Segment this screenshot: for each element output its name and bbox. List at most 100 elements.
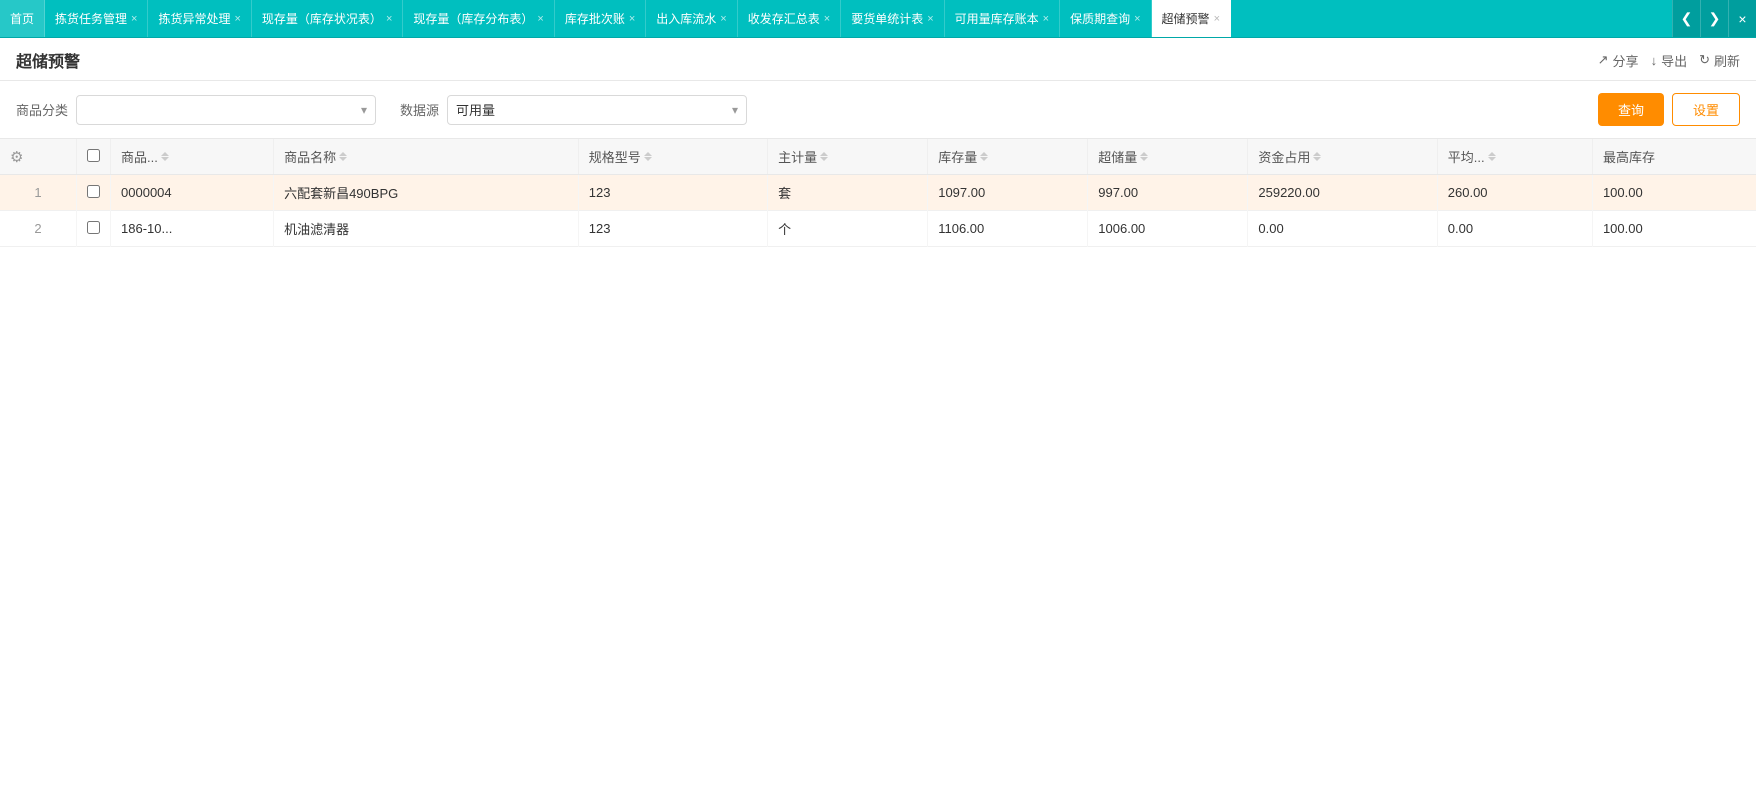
export-label: 导出 xyxy=(1661,51,1687,70)
row-num-0: 1 xyxy=(0,175,77,211)
nav-item-home[interactable]: 首页 xyxy=(0,0,45,37)
col-product-name[interactable]: 商品名称 xyxy=(274,139,579,175)
share-label: 分享 xyxy=(1613,51,1639,70)
col-avg[interactable]: 平均... xyxy=(1437,139,1592,175)
filter-area: 商品分类 ▾ 数据源 可用量 ▾ 查询 设置 xyxy=(0,81,1756,139)
export-button[interactable]: ↓ 导出 xyxy=(1651,51,1688,70)
page-content: 超储预警 ↗ 分享 ↓ 导出 ↻ 刷新 商品分类 ▾ 数据源 xyxy=(0,38,1756,800)
query-button[interactable]: 查询 xyxy=(1598,93,1664,126)
row-max-stock-1: 100.00 xyxy=(1592,211,1756,247)
column-settings-icon[interactable]: ⚙ xyxy=(10,149,23,166)
row-checkbox-1[interactable] xyxy=(87,221,100,234)
nav-label-order-stats: 要货单统计表 xyxy=(851,10,923,27)
col-stock[interactable]: 库存量 xyxy=(928,139,1088,175)
nav-arrow-left[interactable]: ❮ xyxy=(1672,0,1700,38)
nav-close-batch-account[interactable]: × xyxy=(629,13,635,25)
page-title: 超储预警 xyxy=(16,48,80,72)
nav-item-inventory-status[interactable]: 现存量（库存状况表） × xyxy=(252,0,403,37)
nav-item-batch-account[interactable]: 库存批次账 × xyxy=(555,0,646,37)
row-unit-1: 个 xyxy=(768,211,928,247)
filter-buttons: 查询 设置 xyxy=(1598,93,1740,126)
datasource-select[interactable]: 可用量 ▾ xyxy=(447,95,747,125)
nav-item-in-out-flow[interactable]: 出入库流水 × xyxy=(646,0,737,37)
nav-label-warranty-check: 保质期查询 xyxy=(1070,10,1130,27)
col-overstock[interactable]: 超储量 xyxy=(1088,139,1248,175)
table-body: 1 0000004 六配套新昌490BPG 123 套 1097.00 997.… xyxy=(0,175,1756,247)
nav-label-inventory-status: 现存量（库存状况表） xyxy=(262,10,382,27)
nav-label-batch-account: 库存批次账 xyxy=(565,10,625,27)
row-capital-1: 0.00 xyxy=(1248,211,1437,247)
sort-product-code-icon xyxy=(161,152,169,161)
nav-close-picking-task[interactable]: × xyxy=(131,13,137,25)
col-unit[interactable]: 主计量 xyxy=(768,139,928,175)
row-checkbox-cell-1 xyxy=(77,211,111,247)
col-overstock-label: 超储量 xyxy=(1098,147,1137,166)
nav-close-warranty-check[interactable]: × xyxy=(1134,13,1140,25)
sort-product-name-icon xyxy=(339,152,347,161)
col-max-stock: 最高库存 xyxy=(1592,139,1756,175)
nav-label-overstock-warning: 超储预警 xyxy=(1162,10,1210,27)
row-product-name-0: 六配套新昌490BPG xyxy=(274,175,579,211)
nav-close-picking-abnormal[interactable]: × xyxy=(234,13,240,25)
row-unit-0: 套 xyxy=(768,175,928,211)
datasource-filter-group: 数据源 可用量 ▾ xyxy=(400,95,747,125)
table-header-row: ⚙ 商品... xyxy=(0,139,1756,175)
nav-item-inventory-distribution[interactable]: 现存量（库存分布表） × xyxy=(403,0,554,37)
category-select[interactable]: ▾ xyxy=(76,95,376,125)
row-spec-1: 123 xyxy=(578,211,767,247)
select-all-checkbox[interactable] xyxy=(87,149,100,162)
nav-close-in-out-flow[interactable]: × xyxy=(720,13,726,25)
refresh-icon: ↻ xyxy=(1699,52,1710,68)
nav-label-picking-abnormal: 拣货异常处理 xyxy=(158,10,230,27)
row-max-stock-0: 100.00 xyxy=(1592,175,1756,211)
col-spec[interactable]: 规格型号 xyxy=(578,139,767,175)
row-checkbox-0[interactable] xyxy=(87,185,100,198)
nav-item-overstock-warning[interactable]: 超储预警 × xyxy=(1152,0,1231,37)
nav-arrow-right[interactable]: ❯ xyxy=(1700,0,1728,38)
nav-close-inventory-distribution[interactable]: × xyxy=(537,13,543,25)
nav-label-inventory-distribution: 现存量（库存分布表） xyxy=(413,10,533,27)
nav-label-collection-summary: 收发存汇总表 xyxy=(748,10,820,27)
row-overstock-1: 1006.00 xyxy=(1088,211,1248,247)
nav-close-overstock-warning[interactable]: × xyxy=(1214,13,1220,25)
datasource-label: 数据源 xyxy=(400,100,439,119)
refresh-label: 刷新 xyxy=(1714,51,1740,70)
row-stock-1: 1106.00 xyxy=(928,211,1088,247)
category-label: 商品分类 xyxy=(16,100,68,119)
sort-overstock-icon xyxy=(1140,152,1148,161)
col-product-code-label: 商品... xyxy=(121,147,158,166)
col-stock-label: 库存量 xyxy=(938,147,977,166)
row-spec-0: 123 xyxy=(578,175,767,211)
settings-button[interactable]: 设置 xyxy=(1672,93,1740,126)
nav-item-order-stats[interactable]: 要货单统计表 × xyxy=(841,0,944,37)
nav-item-available-account[interactable]: 可用量库存账本 × xyxy=(945,0,1060,37)
sort-capital-icon xyxy=(1313,152,1321,161)
nav-close-available-account[interactable]: × xyxy=(1043,13,1049,25)
col-capital[interactable]: 资金占用 xyxy=(1248,139,1437,175)
sort-avg-icon xyxy=(1488,152,1496,161)
header-actions: ↗ 分享 ↓ 导出 ↻ 刷新 xyxy=(1598,51,1740,70)
nav-item-picking-task[interactable]: 拣货任务管理 × xyxy=(45,0,148,37)
nav-close-collection-summary[interactable]: × xyxy=(824,13,830,25)
nav-item-picking-abnormal[interactable]: 拣货异常处理 × xyxy=(148,0,251,37)
table-row: 2 186-10... 机油滤清器 123 个 1106.00 1006.00 … xyxy=(0,211,1756,247)
col-avg-label: 平均... xyxy=(1448,147,1485,166)
row-product-name-1: 机油滤清器 xyxy=(274,211,579,247)
table-container: ⚙ 商品... xyxy=(0,139,1756,247)
col-product-code[interactable]: 商品... xyxy=(111,139,274,175)
nav-arrow-close[interactable]: × xyxy=(1728,0,1756,38)
refresh-button[interactable]: ↻ 刷新 xyxy=(1699,51,1740,70)
col-settings: ⚙ xyxy=(0,139,77,175)
share-button[interactable]: ↗ 分享 xyxy=(1598,51,1639,70)
nav-arrows: ❮ ❯ × xyxy=(1672,0,1756,38)
nav-close-order-stats[interactable]: × xyxy=(927,13,933,25)
nav-item-collection-summary[interactable]: 收发存汇总表 × xyxy=(738,0,841,37)
table-row: 1 0000004 六配套新昌490BPG 123 套 1097.00 997.… xyxy=(0,175,1756,211)
data-table: ⚙ 商品... xyxy=(0,139,1756,247)
nav-label-picking-task: 拣货任务管理 xyxy=(55,10,127,27)
export-icon: ↓ xyxy=(1651,53,1658,68)
nav-item-warranty-check[interactable]: 保质期查询 × xyxy=(1060,0,1151,37)
col-checkbox xyxy=(77,139,111,175)
datasource-chevron-icon: ▾ xyxy=(732,103,738,117)
nav-close-inventory-status[interactable]: × xyxy=(386,13,392,25)
